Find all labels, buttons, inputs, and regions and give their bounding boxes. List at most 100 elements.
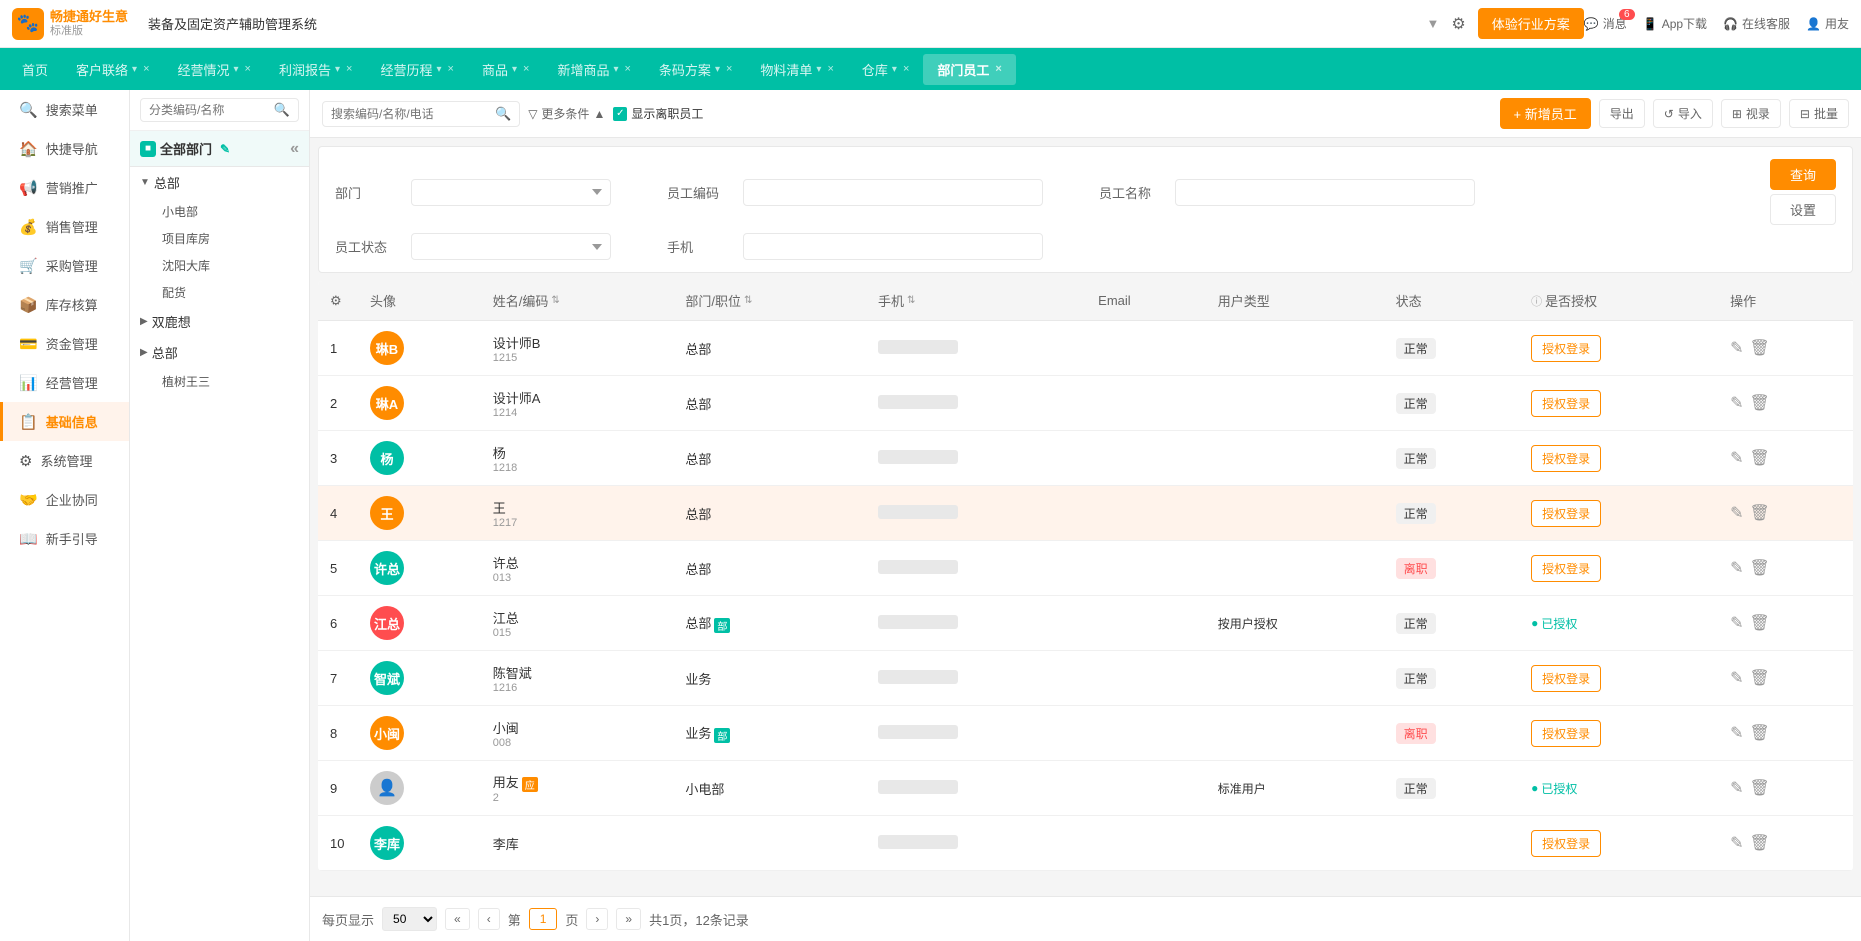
- tab-add-goods[interactable]: 新增商品▾×: [543, 54, 644, 85]
- batch-button[interactable]: ⊟ 批量: [1789, 99, 1849, 128]
- edit-button[interactable]: ✎: [1730, 395, 1743, 412]
- edit-button[interactable]: ✎: [1730, 780, 1743, 797]
- sidebar-item-business[interactable]: 📊 经营管理: [0, 363, 129, 402]
- edit-button[interactable]: ✎: [1730, 670, 1743, 687]
- auth-login-button[interactable]: 授权登录: [1531, 445, 1601, 472]
- reset-button[interactable]: 设置: [1770, 194, 1836, 225]
- tree-all-dept[interactable]: ■ 全部部门 ✎ «: [130, 131, 309, 167]
- phone-sort-icon[interactable]: ⇅: [907, 295, 915, 306]
- edit-button[interactable]: ✎: [1730, 450, 1743, 467]
- more-filter[interactable]: ▽ 更多条件 ▲: [528, 105, 605, 122]
- add-employee-button[interactable]: + 新增员工: [1500, 98, 1591, 129]
- sidebar-item-nav[interactable]: 🏠 快捷导航: [0, 129, 129, 168]
- sidebar-item-inventory[interactable]: 📦 库存核算: [0, 285, 129, 324]
- prev-page-btn[interactable]: ‹: [478, 908, 500, 930]
- auth-login-button[interactable]: 授权登录: [1531, 720, 1601, 747]
- delete-button[interactable]: 🗑: [1749, 340, 1769, 357]
- emp-code-input[interactable]: [743, 179, 1043, 206]
- sidebar-item-basic[interactable]: 📋 基础信息: [0, 402, 129, 441]
- auth-login-button[interactable]: 授权登录: [1531, 390, 1601, 417]
- dept-sort-icon[interactable]: ⇅: [744, 295, 752, 306]
- online-service-action[interactable]: 🎧 在线客服: [1723, 15, 1790, 32]
- sidebar-item-sales[interactable]: 💰 销售管理: [0, 207, 129, 246]
- dept-select[interactable]: [411, 179, 611, 206]
- delete-button[interactable]: 🗑: [1749, 615, 1769, 632]
- delete-button[interactable]: 🗑: [1749, 505, 1769, 522]
- sidebar-item-search[interactable]: 🔍 搜索菜单: [0, 90, 129, 129]
- tab-home[interactable]: 首页: [8, 54, 62, 85]
- delete-button[interactable]: 🗑: [1749, 450, 1769, 467]
- tree-group-zongbu[interactable]: ▶ 总部: [130, 337, 309, 368]
- delete-button[interactable]: 🗑: [1749, 835, 1769, 852]
- user-action[interactable]: 👤 用友: [1806, 15, 1849, 32]
- edit-button[interactable]: ✎: [1730, 505, 1743, 522]
- tree-child-zhishu[interactable]: 植树王三: [130, 368, 309, 395]
- view-button[interactable]: ⊞ 视录: [1721, 99, 1781, 128]
- system-title-dropdown-icon[interactable]: ▼: [1427, 16, 1440, 31]
- name-sort-icon[interactable]: ⇅: [551, 295, 559, 306]
- auth-login-button[interactable]: 授权登录: [1531, 555, 1601, 582]
- sidebar-item-collab[interactable]: 🤝 企业协同: [0, 480, 129, 519]
- cell-email: [1086, 321, 1206, 376]
- delete-button[interactable]: 🗑: [1749, 725, 1769, 742]
- tab-bom[interactable]: 物料清单▾×: [746, 54, 847, 85]
- phone-input[interactable]: [743, 233, 1043, 260]
- sidebar-item-marketing[interactable]: 📢 营销推广: [0, 168, 129, 207]
- search-input[interactable]: [331, 107, 491, 121]
- edit-button[interactable]: ✎: [1730, 835, 1743, 852]
- page-size-select[interactable]: 50 100: [382, 907, 437, 931]
- sidebar-item-purchase[interactable]: 🛒 采购管理: [0, 246, 129, 285]
- cell-no: 6: [318, 596, 358, 651]
- tab-customer[interactable]: 客户联络▾×: [62, 54, 163, 85]
- next-page-btn[interactable]: ›: [586, 908, 608, 930]
- app-download-action[interactable]: 📱 App下载: [1643, 15, 1707, 32]
- auth-login-button[interactable]: 授权登录: [1531, 335, 1601, 362]
- delete-button[interactable]: 🗑: [1749, 670, 1769, 687]
- edit-button[interactable]: ✎: [1730, 725, 1743, 742]
- tab-barcode[interactable]: 条码方案▾×: [645, 54, 746, 85]
- collapse-tree-icon[interactable]: «: [290, 140, 299, 158]
- edit-button[interactable]: ✎: [1730, 615, 1743, 632]
- delete-button[interactable]: 🗑: [1749, 780, 1769, 797]
- trial-button[interactable]: 体验行业方案: [1478, 8, 1584, 39]
- auth-login-button[interactable]: 授权登录: [1531, 830, 1601, 857]
- tree-child-project[interactable]: 项目库房: [130, 225, 309, 252]
- tab-history[interactable]: 经营历程▾×: [366, 54, 467, 85]
- edit-dept-icon[interactable]: ✎: [220, 142, 230, 156]
- cell-no: 3: [318, 431, 358, 486]
- tree-child-peihuo[interactable]: 配货: [130, 279, 309, 306]
- tree-group-shuanglu[interactable]: ▶ 双鹿想: [130, 306, 309, 337]
- import-button[interactable]: ↺ 导入: [1653, 99, 1713, 128]
- tree-group-main[interactable]: ▼ 总部: [130, 167, 309, 198]
- emp-status-select[interactable]: [411, 233, 611, 260]
- settings-icon[interactable]: ⚙: [1451, 14, 1465, 34]
- sidebar-item-system[interactable]: ⚙ 系统管理: [0, 441, 129, 480]
- query-button[interactable]: 查询: [1770, 159, 1836, 190]
- status-badge: 离职: [1396, 558, 1436, 579]
- first-page-btn[interactable]: «: [445, 908, 470, 930]
- tab-goods[interactable]: 商品▾×: [468, 54, 543, 85]
- auth-login-button[interactable]: 授权登录: [1531, 665, 1601, 692]
- th-settings[interactable]: ⚙: [318, 281, 358, 321]
- emp-name-input[interactable]: [1175, 179, 1475, 206]
- tab-warehouse[interactable]: 仓库▾×: [848, 54, 923, 85]
- show-resigned-toggle[interactable]: ✓ 显示离职员工: [613, 105, 703, 122]
- tree-child-xiaodian[interactable]: 小电部: [130, 198, 309, 225]
- message-action[interactable]: 💬 消息 6: [1584, 15, 1627, 32]
- tab-customer-close[interactable]: ×: [143, 63, 149, 75]
- delete-button[interactable]: 🗑: [1749, 395, 1769, 412]
- tree-child-shenyang[interactable]: 沈阳大库: [130, 252, 309, 279]
- delete-button[interactable]: 🗑: [1749, 560, 1769, 577]
- auth-login-button[interactable]: 授权登录: [1531, 500, 1601, 527]
- tree-search-input[interactable]: [149, 103, 270, 117]
- edit-button[interactable]: ✎: [1730, 560, 1743, 577]
- sidebar-item-guide[interactable]: 📖 新手引导: [0, 519, 129, 558]
- tab-profit[interactable]: 利润报告▾×: [265, 54, 366, 85]
- sidebar-item-finance[interactable]: 💳 资金管理: [0, 324, 129, 363]
- export-button[interactable]: 导出: [1599, 99, 1645, 128]
- tab-operation[interactable]: 经营情况▾×: [164, 54, 265, 85]
- edit-button[interactable]: ✎: [1730, 340, 1743, 357]
- last-page-btn[interactable]: »: [616, 908, 641, 930]
- tab-department[interactable]: 部门员工×: [923, 54, 1015, 85]
- tree-search-box[interactable]: 🔍: [140, 98, 299, 122]
